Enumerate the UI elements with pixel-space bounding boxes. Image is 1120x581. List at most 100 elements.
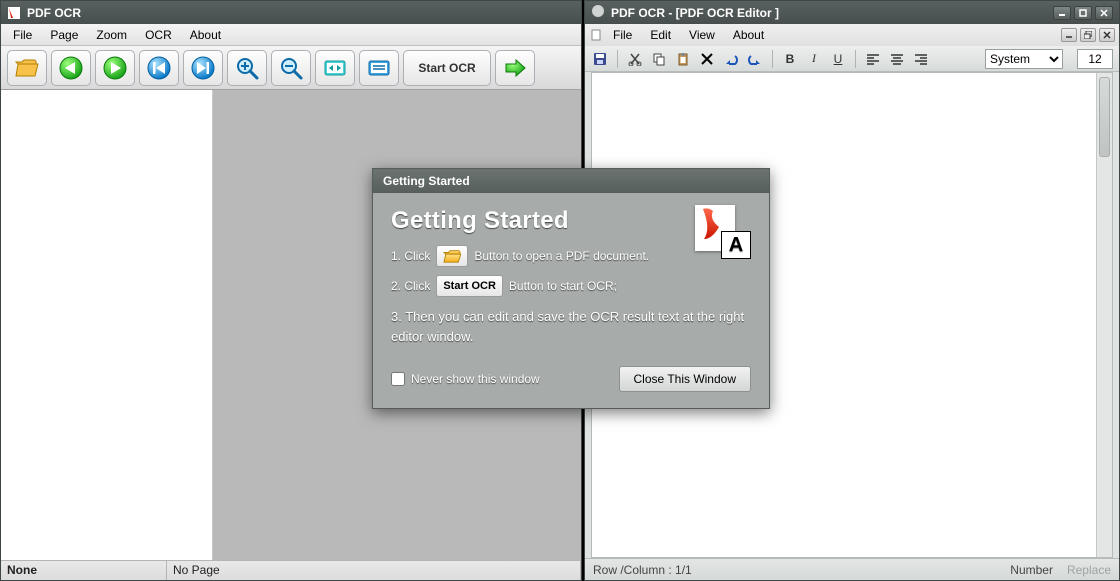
dialog-title: Getting Started [383,174,470,188]
arrow-right-fat-green-icon [502,55,528,81]
font-size-input[interactable] [1077,49,1113,69]
skip-last-blue-icon [190,55,216,81]
dialog-titlebar[interactable]: Getting Started [373,169,769,193]
never-show-checkbox[interactable] [391,372,405,386]
step-3: 3. Then you can edit and save the OCR re… [391,307,751,346]
menu-page[interactable]: Page [42,26,86,44]
main-titlebar[interactable]: PDF OCR [1,1,581,24]
mdi-minimize-button[interactable] [1061,28,1077,42]
last-page-button[interactable] [183,50,223,86]
separator [617,50,618,68]
close-icon [1103,31,1111,39]
align-left-icon [866,52,880,66]
open-file-button[interactable] [7,50,47,86]
close-icon [1100,9,1108,17]
fit-page-button[interactable] [359,50,399,86]
app-icon [591,4,605,21]
bold-button[interactable]: B [781,50,799,68]
go-next-button[interactable] [495,50,535,86]
fit-width-button[interactable] [315,50,355,86]
minimize-button[interactable] [1053,6,1071,20]
save-icon [593,52,607,66]
zoom-out-icon [278,55,304,81]
copy-button[interactable] [650,50,668,68]
underline-button[interactable]: U [829,50,847,68]
delete-icon [700,52,714,66]
zoom-in-icon [234,55,260,81]
menu-ocr[interactable]: OCR [137,26,180,44]
editor-menu-file[interactable]: File [605,26,640,44]
restore-icon [1084,31,1092,39]
editor-menu-view[interactable]: View [681,26,723,44]
step-2: 2. Click Start OCR Button to start OCR; [391,275,751,297]
align-right-button[interactable] [912,50,930,68]
cut-icon [628,52,642,66]
start-ocr-inline-button: Start OCR [436,275,503,297]
cut-button[interactable] [626,50,644,68]
scrollbar-thumb[interactable] [1099,77,1110,157]
minimize-icon [1065,31,1073,39]
maximize-icon [1079,9,1087,17]
fit-page-icon [366,55,392,81]
menu-about[interactable]: About [182,26,229,44]
undo-icon [724,52,738,66]
start-ocr-label: Start OCR [418,61,475,75]
menu-file[interactable]: File [5,26,40,44]
italic-button[interactable]: I [805,50,823,68]
main-menubar: File Page Zoom OCR About [1,24,581,46]
save-button[interactable] [591,50,609,68]
redo-button[interactable] [746,50,764,68]
separator [855,50,856,68]
prev-page-button[interactable] [51,50,91,86]
editor-menu-edit[interactable]: Edit [642,26,679,44]
app-icon [7,6,21,20]
vertical-scrollbar[interactable] [1096,73,1112,557]
next-page-button[interactable] [95,50,135,86]
thumbnail-pane[interactable] [1,90,213,560]
redo-icon [748,52,762,66]
align-center-icon [890,52,904,66]
separator [772,50,773,68]
start-ocr-button[interactable]: Start OCR [403,50,491,86]
arrow-left-green-icon [58,55,84,81]
mdi-restore-button[interactable] [1080,28,1096,42]
undo-button[interactable] [722,50,740,68]
zoom-out-button[interactable] [271,50,311,86]
status-rowcol: Row /Column : 1/1 [593,563,692,577]
align-left-button[interactable] [864,50,882,68]
fit-width-icon [322,55,348,81]
close-button[interactable] [1095,6,1113,20]
mdi-close-button[interactable] [1099,28,1115,42]
maximize-button[interactable] [1074,6,1092,20]
editor-titlebar[interactable]: PDF OCR - [PDF OCR Editor ] [585,1,1119,24]
never-show-checkbox-label[interactable]: Never show this window [391,372,540,386]
delete-button[interactable] [698,50,716,68]
folder-open-icon [14,55,40,81]
minimize-icon [1058,9,1066,17]
menu-zoom[interactable]: Zoom [88,26,135,44]
status-filename: None [1,561,167,580]
align-center-button[interactable] [888,50,906,68]
editor-toolbar: B I U System [585,46,1119,72]
editor-title: PDF OCR - [PDF OCR Editor ] [611,6,779,20]
arrow-right-green-icon [102,55,128,81]
font-select[interactable]: System [985,49,1063,69]
editor-menubar: File Edit View About [585,24,1119,46]
logo-letter: A [721,231,751,259]
main-title: PDF OCR [27,6,81,20]
getting-started-dialog: Getting Started A Getting Started 1. Cli… [372,168,770,409]
status-replace: Replace [1067,563,1111,577]
paste-button[interactable] [674,50,692,68]
zoom-in-button[interactable] [227,50,267,86]
skip-first-blue-icon [146,55,172,81]
editor-menu-about[interactable]: About [725,26,772,44]
dialog-logo: A [695,205,751,259]
doc-icon [589,29,603,41]
status-number: Number [1010,563,1053,577]
first-page-button[interactable] [139,50,179,86]
open-file-inline-icon [436,245,468,267]
copy-icon [652,52,666,66]
align-right-icon [914,52,928,66]
status-page: No Page [167,561,581,580]
close-dialog-button[interactable]: Close This Window [619,366,751,392]
